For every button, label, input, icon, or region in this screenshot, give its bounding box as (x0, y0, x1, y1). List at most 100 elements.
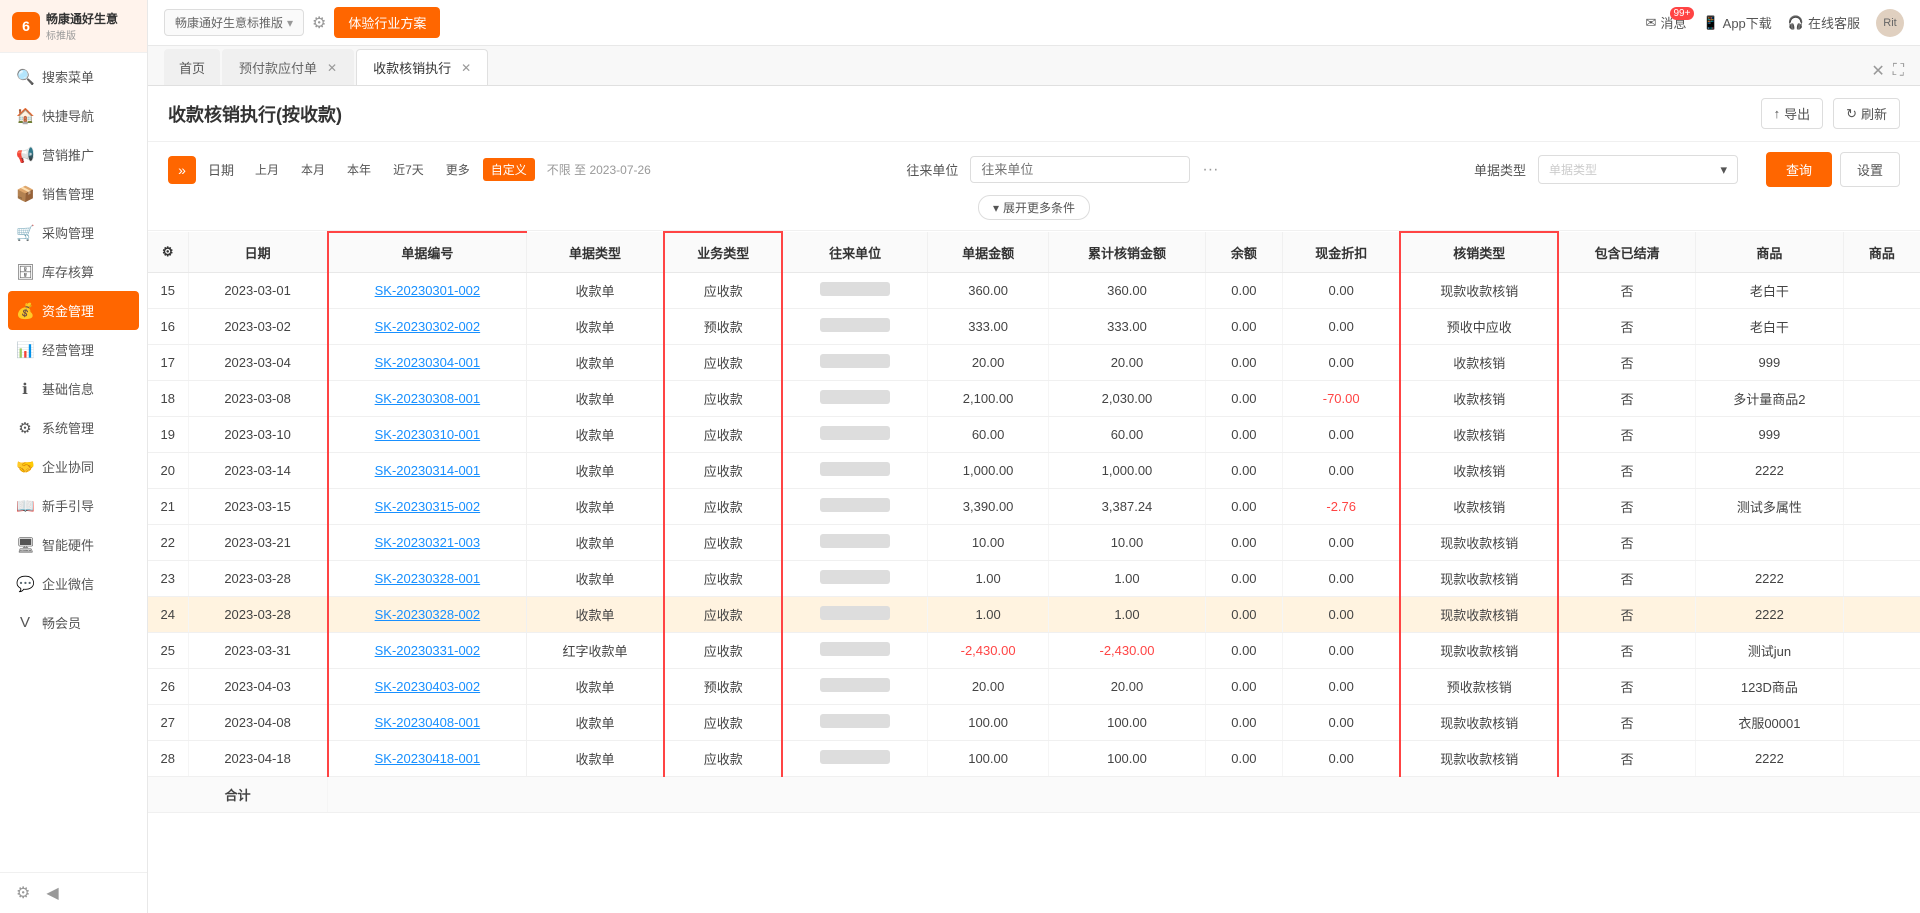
bill-no-link[interactable]: SK-20230321-003 (375, 535, 481, 550)
sidebar-item-purchase[interactable]: 🛒 采购管理 (0, 213, 147, 252)
bill-no-link[interactable]: SK-20230408-001 (375, 715, 481, 730)
filter-7days[interactable]: 近7天 (384, 157, 433, 182)
system-icon: ⚙ (16, 419, 34, 437)
filter-more-date[interactable]: 更多 (437, 157, 479, 182)
table-row: 212023-03-15SK-20230315-002收款单应收款3,390.0… (148, 489, 1920, 525)
bill-no-link[interactable]: SK-20230304-001 (375, 355, 481, 370)
footer-label: 合计 (148, 777, 328, 813)
phone-icon: 📱 (1702, 15, 1718, 31)
sidebar-item-finance[interactable]: 💰 资金管理 (8, 291, 139, 330)
topbar-gear-icon[interactable]: ⚙ (312, 13, 326, 33)
industry-solution-button[interactable]: 体验行业方案 (334, 7, 440, 38)
hardware-icon: 🖥 (16, 536, 34, 554)
bill-type-select[interactable]: 单据类型 ▾ (1538, 155, 1738, 184)
bill-no-link[interactable]: SK-20230310-001 (375, 427, 481, 442)
bill-no-link[interactable]: SK-20230418-001 (375, 751, 481, 766)
topbar-dropdown[interactable]: 畅康通好生意标推版 ▾ (164, 9, 304, 36)
bill-no-link[interactable]: SK-20230328-001 (375, 571, 481, 586)
main-table: ⚙ 日期 单据编号 单据类型 业务类型 往来单位 单据金额 累计核销金额 余额 … (148, 231, 1920, 813)
col-biz-type: 业务类型 (664, 232, 782, 273)
page-header: 收款核销执行(按收款) ↑ 导出 ↻ 刷新 (148, 86, 1920, 142)
sidebar-item-search[interactable]: 🔍 搜索菜单 (0, 57, 147, 96)
sidebar-item-member[interactable]: V 畅会员 (0, 603, 147, 642)
basics-icon: ℹ (16, 380, 34, 398)
partner-input[interactable] (970, 156, 1190, 183)
table-row: 272023-04-08SK-20230408-001收款单应收款100.001… (148, 705, 1920, 741)
col-date: 日期 (188, 232, 328, 273)
home-icon: 🏠 (16, 107, 34, 125)
inventory-icon: 🗄 (16, 263, 34, 281)
bill-no-link[interactable]: SK-20230301-002 (375, 283, 481, 298)
sidebar-logo-text: 畅康通好生意 标推版 (46, 10, 118, 42)
col-bill-no: 单据编号 (328, 232, 527, 273)
export-button[interactable]: ↑ 导出 (1761, 98, 1824, 129)
filter-custom-date-button[interactable]: 自定义 (483, 158, 535, 181)
table-row: 192023-03-10SK-20230310-001收款单应收款60.0060… (148, 417, 1920, 453)
settings-button[interactable]: 设置 (1840, 152, 1900, 187)
wechat-icon: 💬 (16, 575, 34, 593)
sales-icon: 📦 (16, 185, 34, 203)
sidebar-item-nav[interactable]: 🏠 快捷导航 (0, 96, 147, 135)
tab-collection[interactable]: 收款核销执行 ✕ (356, 49, 488, 85)
topbar-right: ✉ 消息 99+ 📱 App下载 🎧 在线客服 Rit (1646, 9, 1904, 37)
tab-collection-close-icon[interactable]: ✕ (461, 61, 471, 75)
table-row: 182023-03-08SK-20230308-001收款单应收款2,100.0… (148, 381, 1920, 417)
filter-last-month[interactable]: 上月 (246, 157, 288, 182)
app-download-button[interactable]: 📱 App下载 (1702, 13, 1771, 32)
sidebar-item-sales[interactable]: 📦 销售管理 (0, 174, 147, 213)
message-icon: ✉ (1646, 15, 1657, 31)
sidebar-item-hardware[interactable]: 🖥 智能硬件 (0, 525, 147, 564)
sidebar-item-enterprise[interactable]: 🤝 企业协同 (0, 447, 147, 486)
page-actions: ↑ 导出 ↻ 刷新 (1761, 98, 1900, 141)
online-service-button[interactable]: 🎧 在线客服 (1788, 13, 1860, 32)
sidebar-item-system[interactable]: ⚙ 系统管理 (0, 408, 147, 447)
col-goods2: 商品 (1843, 232, 1920, 273)
main-content: 畅康通好生意标推版 ▾ ⚙ 体验行业方案 ✉ 消息 99+ 📱 App下载 🎧 … (148, 0, 1920, 913)
enterprise-icon: 🤝 (16, 458, 34, 476)
export-icon: ↑ (1774, 106, 1781, 121)
bill-no-link[interactable]: SK-20230302-002 (375, 319, 481, 334)
sidebar-item-inventory[interactable]: 🗄 库存核算 (0, 252, 147, 291)
col-cash-discount: 现金折扣 (1283, 232, 1401, 273)
sidebar: 6 畅康通好生意 标推版 🔍 搜索菜单 🏠 快捷导航 📢 营销推广 📦 销售管理… (0, 0, 148, 913)
sidebar-item-wechat[interactable]: 💬 企业微信 (0, 564, 147, 603)
bill-no-link[interactable]: SK-20230403-002 (375, 679, 481, 694)
col-settings[interactable]: ⚙ (148, 232, 188, 273)
expand-more-conditions-button[interactable]: ▾ 展开更多条件 (978, 195, 1090, 220)
tabs-actions: ✕ ⛶ (1871, 61, 1904, 85)
bill-no-link[interactable]: SK-20230308-001 (375, 391, 481, 406)
sidebar-item-guide[interactable]: 📖 新手引导 (0, 486, 147, 525)
user-avatar[interactable]: Rit (1876, 9, 1904, 37)
tab-home[interactable]: 首页 (164, 49, 220, 85)
tab-prepay[interactable]: 预付款应付单 ✕ (222, 49, 354, 85)
guide-icon: 📖 (16, 497, 34, 515)
topbar-left: 畅康通好生意标推版 ▾ ⚙ 体验行业方案 (164, 7, 1634, 38)
collapse-icon[interactable]: ◀ (46, 883, 58, 903)
tab-expand-icon[interactable]: ⛶ (1893, 62, 1904, 80)
tab-prepay-close-icon[interactable]: ✕ (327, 61, 337, 75)
table-header-row: ⚙ 日期 单据编号 单据类型 业务类型 往来单位 单据金额 累计核销金额 余额 … (148, 232, 1920, 273)
bill-no-link[interactable]: SK-20230315-002 (375, 499, 481, 514)
purchase-icon: 🛒 (16, 224, 34, 242)
bill-no-link[interactable]: SK-20230328-002 (375, 607, 481, 622)
settings-icon[interactable]: ⚙ (16, 883, 30, 903)
bill-no-link[interactable]: SK-20230331-002 (375, 643, 481, 658)
sidebar-item-operations[interactable]: 📊 经营管理 (0, 330, 147, 369)
table-row: 252023-03-31SK-20230331-002红字收款单应收款-2,43… (148, 633, 1920, 669)
table-footer-row: 合计 (148, 777, 1920, 813)
query-button[interactable]: 查询 (1766, 152, 1832, 187)
messages-button[interactable]: ✉ 消息 99+ (1646, 13, 1687, 32)
sidebar-item-basics[interactable]: ℹ 基础信息 (0, 369, 147, 408)
bill-no-link[interactable]: SK-20230314-001 (375, 463, 481, 478)
filter-this-month[interactable]: 本月 (292, 157, 334, 182)
filter-expand-button[interactable]: » (168, 156, 196, 184)
table-row: 162023-03-02SK-20230302-002收款单预收款333.003… (148, 309, 1920, 345)
sidebar-logo: 6 畅康通好生意 标推版 (0, 0, 147, 53)
dropdown-arrow-icon: ▾ (287, 16, 293, 30)
search-icon: 🔍 (16, 68, 34, 86)
refresh-button[interactable]: ↻ 刷新 (1833, 98, 1900, 129)
table-container: ⚙ 日期 单据编号 单据类型 业务类型 往来单位 单据金额 累计核销金额 余额 … (148, 231, 1920, 913)
tab-close-window-icon[interactable]: ✕ (1871, 61, 1884, 81)
filter-this-year[interactable]: 本年 (338, 157, 380, 182)
sidebar-item-marketing[interactable]: 📢 营销推广 (0, 135, 147, 174)
